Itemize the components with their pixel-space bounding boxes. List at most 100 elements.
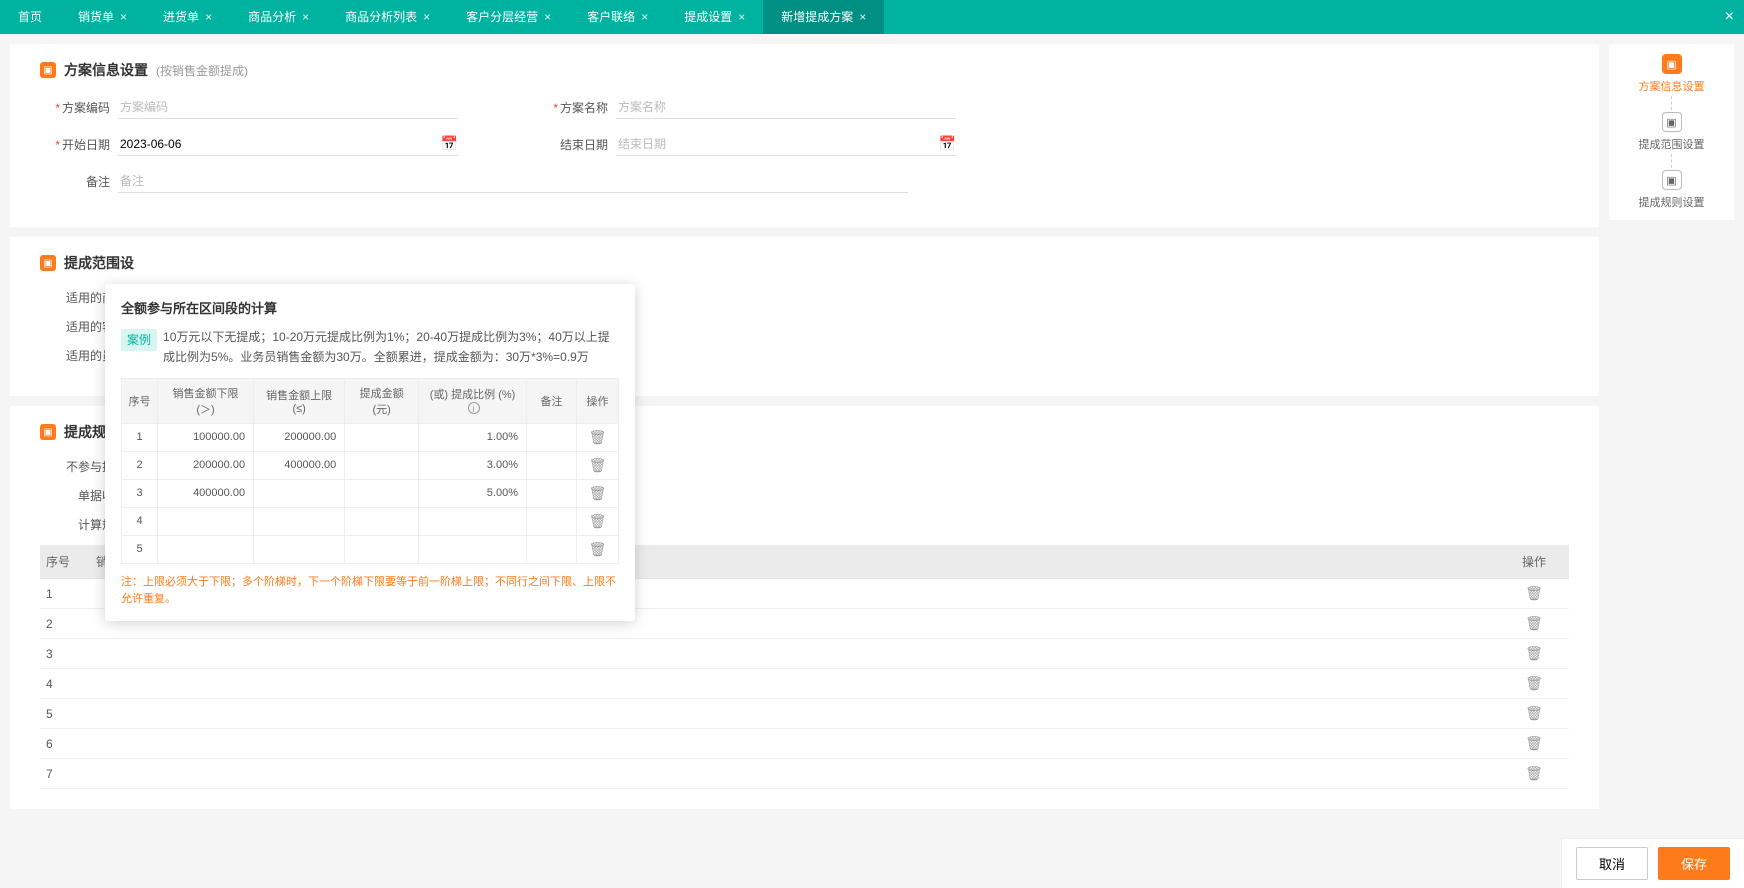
tab-product-analysis[interactable]: 商品分析× (230, 0, 327, 34)
popover-note: 注：上限必须大于下限；多个阶梯时，下一个阶梯下限要等于前一阶梯上限；不同行之间下… (121, 574, 619, 609)
delete-icon[interactable]: 🗑 (589, 541, 607, 557)
delete-icon[interactable]: 🗑 (1525, 735, 1543, 751)
cell-ratio (419, 535, 527, 563)
cell-upper: 400000.00 (254, 451, 345, 479)
cell-remark (527, 423, 577, 451)
cell-remark (527, 479, 577, 507)
section-icon: ▣ (40, 62, 56, 78)
field-label-code: *方案编码 (40, 99, 110, 116)
tab-label: 销货单 (78, 0, 114, 34)
cell-amount (345, 535, 419, 563)
close-all-icon[interactable]: × (1725, 8, 1734, 26)
cell-ratio: 5.00% (419, 479, 527, 507)
calendar-icon[interactable]: 📅 (441, 135, 458, 152)
tab-commission-settings[interactable]: 提成设置× (666, 0, 763, 34)
rail-label: 方案信息设置 (1639, 78, 1705, 94)
delete-icon[interactable]: 🗑 (589, 457, 607, 473)
close-icon[interactable]: × (859, 0, 866, 34)
cell-amount (345, 507, 419, 535)
table-row[interactable]: 3🗑 (40, 639, 1569, 669)
rail-icon: ▣ (1662, 170, 1682, 190)
pop-col-amount: 提成金额 (元) (345, 378, 419, 423)
delete-icon[interactable]: 🗑 (1525, 765, 1543, 781)
cell-seq: 1 (122, 423, 158, 451)
tab-bar: 首页 销货单× 进货单× 商品分析× 商品分析列表× 客户分层经营× 客户联络×… (0, 0, 1744, 34)
col-remark: 备注 (580, 545, 1499, 579)
table-row[interactable]: 4🗑 (40, 669, 1569, 699)
popover-title: 全额参与所在区间段的计算 (121, 298, 619, 317)
table-row[interactable]: 6🗑 (40, 729, 1569, 759)
cell-op: 🗑 (577, 507, 619, 535)
section-icon: ▣ (40, 424, 56, 440)
remark-input[interactable] (118, 170, 908, 193)
tab-product-analysis-list[interactable]: 商品分析列表× (327, 0, 448, 34)
tab-customer-tier[interactable]: 客户分层经营× (448, 0, 569, 34)
section-icon: ▣ (40, 255, 56, 271)
rail-item-info[interactable]: ▣ 方案信息设置 (1639, 54, 1705, 94)
delete-icon[interactable]: 🗑 (1525, 675, 1543, 691)
cell-seq: 1 (40, 579, 90, 609)
delete-icon[interactable]: 🗑 (1525, 705, 1543, 721)
cell-op: 🗑 (577, 451, 619, 479)
table-row: 4🗑 (122, 507, 619, 535)
pop-col-ratio: (或) 提成比例 (%)i (419, 378, 527, 423)
end-date-input[interactable] (616, 133, 956, 156)
tab-label: 首页 (18, 0, 42, 34)
close-icon[interactable]: × (205, 0, 212, 34)
rail-label: 提成规则设置 (1639, 194, 1705, 210)
anchor-rail: ▣ 方案信息设置 ▣ 提成范围设置 ▣ 提成规则设置 (1609, 44, 1734, 220)
delete-icon[interactable]: 🗑 (1525, 645, 1543, 661)
plan-name-input[interactable] (616, 96, 956, 119)
calendar-icon[interactable]: 📅 (939, 135, 956, 152)
delete-icon[interactable]: 🗑 (589, 429, 607, 445)
cell-seq: 5 (122, 535, 158, 563)
cell-seq: 4 (40, 669, 90, 699)
delete-icon[interactable]: 🗑 (1525, 585, 1543, 601)
tab-label: 提成设置 (684, 0, 732, 34)
table-row: 1100000.00200000.001.00%🗑 (122, 423, 619, 451)
close-icon[interactable]: × (544, 0, 551, 34)
delete-icon[interactable]: 🗑 (589, 485, 607, 501)
start-date-input[interactable] (118, 133, 458, 156)
cell-seq: 2 (40, 609, 90, 639)
table-row[interactable]: 7🗑 (40, 759, 1569, 789)
cell-upper (254, 479, 345, 507)
rail-label: 提成范围设置 (1639, 136, 1705, 152)
cell-ratio: 3.00% (419, 451, 527, 479)
delete-icon[interactable]: 🗑 (1525, 615, 1543, 631)
close-icon[interactable]: × (423, 0, 430, 34)
close-icon[interactable]: × (302, 0, 309, 34)
cell-op: 🗑 (577, 479, 619, 507)
tab-sales[interactable]: 销货单× (60, 0, 145, 34)
cell-amount (345, 479, 419, 507)
col-seq: 序号 (40, 545, 90, 579)
col-op: 操作 (1499, 545, 1569, 579)
delete-icon[interactable]: 🗑 (589, 513, 607, 529)
rail-item-rule[interactable]: ▣ 提成规则设置 (1639, 170, 1705, 210)
cancel-button[interactable]: 取消 (1576, 847, 1648, 880)
cell-upper: 200000.00 (254, 423, 345, 451)
cell-upper (254, 507, 345, 535)
close-icon[interactable]: × (120, 0, 127, 34)
cell-seq: 7 (40, 759, 90, 789)
field-label-start: *开始日期 (40, 136, 110, 153)
plan-code-input[interactable] (118, 96, 458, 119)
tab-customer-contact[interactable]: 客户联络× (569, 0, 666, 34)
tab-new-commission-plan[interactable]: 新增提成方案× (763, 0, 884, 34)
rail-item-scope[interactable]: ▣ 提成范围设置 (1639, 112, 1705, 152)
tab-purchase[interactable]: 进货单× (145, 0, 230, 34)
close-icon[interactable]: × (641, 0, 648, 34)
pop-col-seq: 序号 (122, 378, 158, 423)
footer-actions: 取消 保存 (1561, 838, 1744, 888)
section-title: 提成范围设 (64, 253, 134, 273)
close-icon[interactable]: × (738, 0, 745, 34)
cell-lower (158, 507, 254, 535)
tab-home[interactable]: 首页 (0, 0, 60, 34)
save-button[interactable]: 保存 (1658, 847, 1730, 880)
example-popover: 全额参与所在区间段的计算 案例 10万元以下无提成；10-20万元提成比例为1%… (105, 284, 635, 621)
cell-lower: 100000.00 (158, 423, 254, 451)
cell-lower (158, 535, 254, 563)
info-icon[interactable]: i (468, 402, 480, 414)
section-plan-info: ▣ 方案信息设置 (按销售金额提成) *方案编码 *方案名称 *开始日期 (10, 44, 1599, 227)
table-row[interactable]: 5🗑 (40, 699, 1569, 729)
